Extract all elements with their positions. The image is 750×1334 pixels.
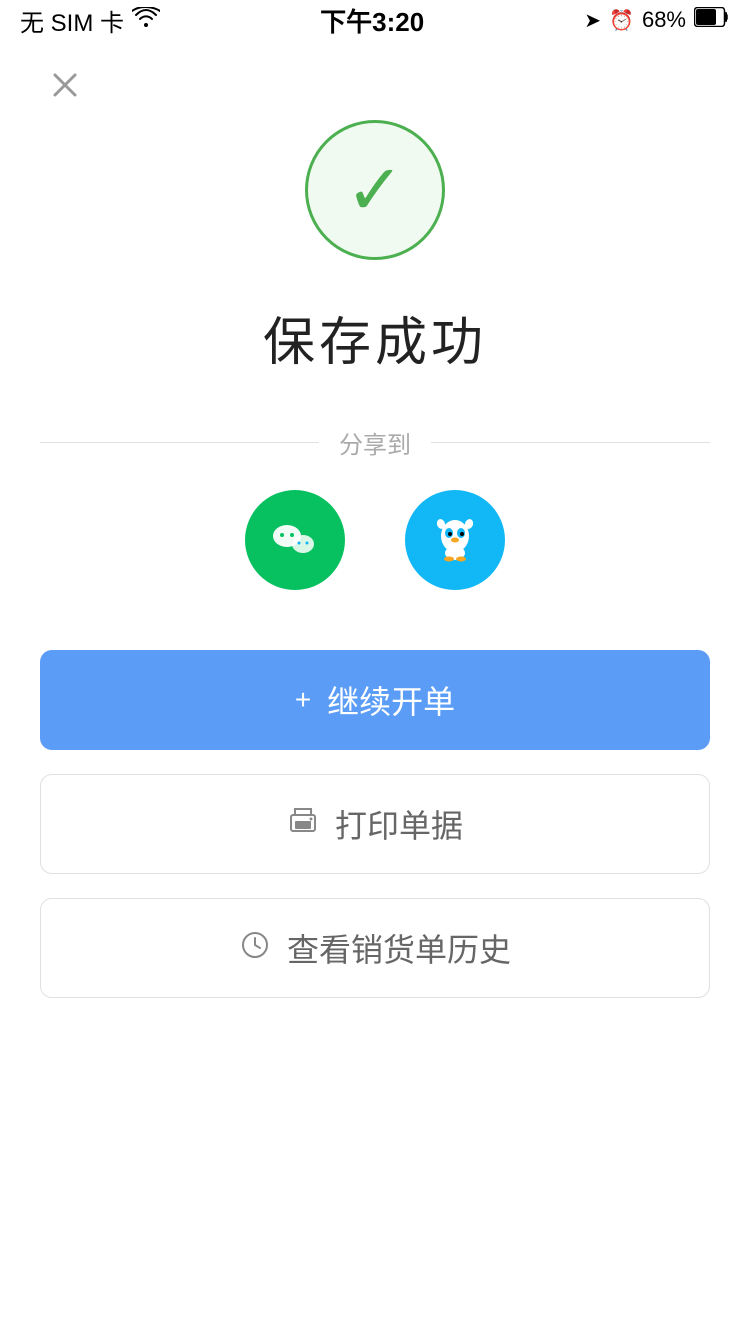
print-label: 打印单据 (335, 801, 463, 847)
share-divider: 分享到 (40, 425, 710, 460)
location-icon: ➤ (584, 8, 601, 33)
battery-icon (694, 7, 730, 33)
battery-text: 68% (642, 7, 686, 33)
share-icons-row (245, 490, 505, 590)
continue-button[interactable]: + 继续开单 (40, 650, 710, 750)
print-button[interactable]: 打印单据 (40, 774, 710, 874)
divider-line-left (40, 442, 319, 443)
share-label: 分享到 (339, 425, 411, 460)
plus-icon: + (295, 684, 311, 716)
divider-line-right (431, 442, 710, 443)
status-time: 下午3:20 (320, 2, 424, 39)
checkmark-icon: ✓ (346, 155, 405, 225)
wifi-icon (132, 6, 160, 34)
qq-share-button[interactable] (405, 490, 505, 590)
history-label: 查看销货单历史 (287, 925, 511, 971)
wechat-share-button[interactable] (245, 490, 345, 590)
continue-label: 继续开单 (327, 677, 455, 723)
close-button[interactable] (40, 60, 90, 110)
status-left: 无 SIM 卡 (20, 3, 160, 38)
history-icon (239, 929, 271, 968)
alarm-icon: ⏰ (609, 8, 634, 33)
status-right: ➤ ⏰ 68% (584, 7, 730, 33)
success-circle: ✓ (305, 120, 445, 260)
carrier-text: 无 SIM 卡 (20, 3, 124, 38)
main-content: ✓ 保存成功 分享到 (0, 40, 750, 1334)
history-button[interactable]: 查看销货单历史 (40, 898, 710, 998)
success-title: 保存成功 (263, 300, 487, 375)
status-bar: 无 SIM 卡 下午3:20 ➤ ⏰ 68% (0, 0, 750, 40)
print-icon (287, 805, 319, 844)
